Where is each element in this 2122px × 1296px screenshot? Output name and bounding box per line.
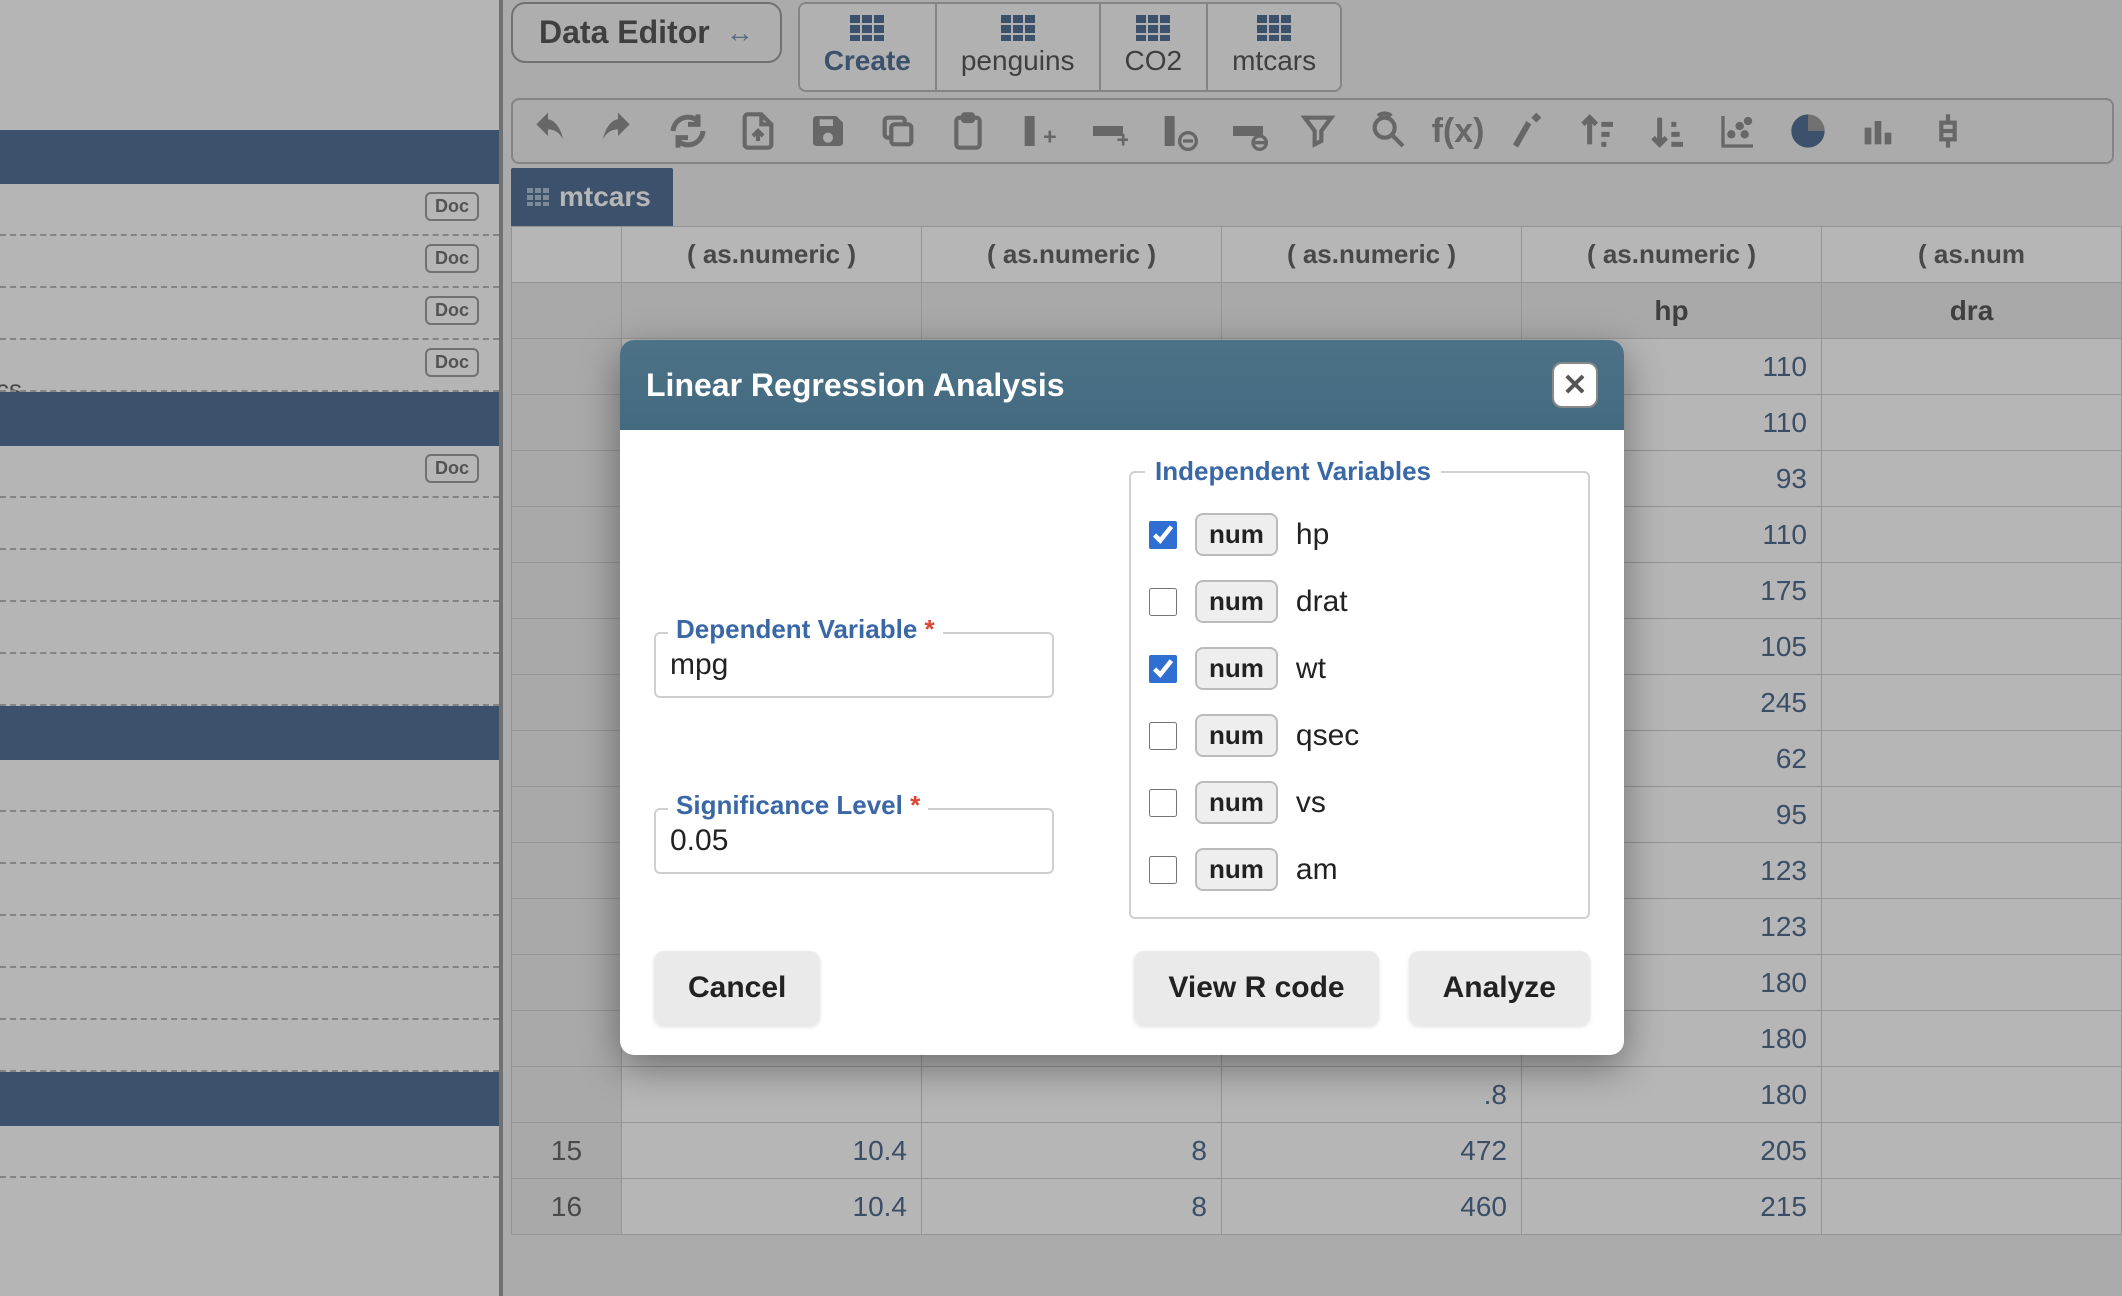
variable-row: numqsec [1145,702,1574,769]
dependent-variable-field: Dependent Variable * [654,632,1093,698]
significance-level-label: Significance Level * [668,790,928,821]
variable-checkbox-vs[interactable] [1149,789,1177,817]
dialog-footer: Cancel View R code Analyze [620,933,1624,1055]
variable-checkbox-qsec[interactable] [1149,722,1177,750]
close-icon: ✕ [1562,368,1587,403]
variable-checkbox-wt[interactable] [1149,655,1177,683]
type-pill: num [1195,714,1278,757]
variable-name: drat [1296,585,1348,619]
variable-row: numdrat [1145,568,1574,635]
variable-name: hp [1296,518,1329,552]
cancel-button[interactable]: Cancel [654,951,820,1025]
type-pill: num [1195,781,1278,824]
variable-checkbox-am[interactable] [1149,856,1177,884]
type-pill: num [1195,513,1278,556]
linear-regression-dialog: Linear Regression Analysis ✕ Dependent V… [620,340,1624,1055]
independent-variables-box: Independent Variables numhpnumdratnumwtn… [1129,456,1590,919]
analyze-button[interactable]: Analyze [1409,951,1590,1025]
close-button[interactable]: ✕ [1552,362,1598,408]
dependent-variable-label: Dependent Variable * [668,614,943,645]
variable-row: numwt [1145,635,1574,702]
independent-variables-label: Independent Variables [1145,456,1441,487]
variable-name: wt [1296,652,1326,686]
variable-name: vs [1296,786,1326,820]
variable-name: qsec [1296,719,1359,753]
type-pill: num [1195,647,1278,690]
type-pill: num [1195,580,1278,623]
view-r-code-button[interactable]: View R code [1134,951,1378,1025]
significance-level-field: Significance Level * [654,808,1093,874]
variable-checkbox-drat[interactable] [1149,588,1177,616]
type-pill: num [1195,848,1278,891]
variable-name: am [1296,853,1338,887]
variable-row: numhp [1145,501,1574,568]
variable-row: numam [1145,836,1574,903]
variable-checkbox-hp[interactable] [1149,521,1177,549]
dialog-titlebar: Linear Regression Analysis ✕ [620,340,1624,430]
dialog-title: Linear Regression Analysis [646,367,1065,404]
variable-row: numvs [1145,769,1574,836]
